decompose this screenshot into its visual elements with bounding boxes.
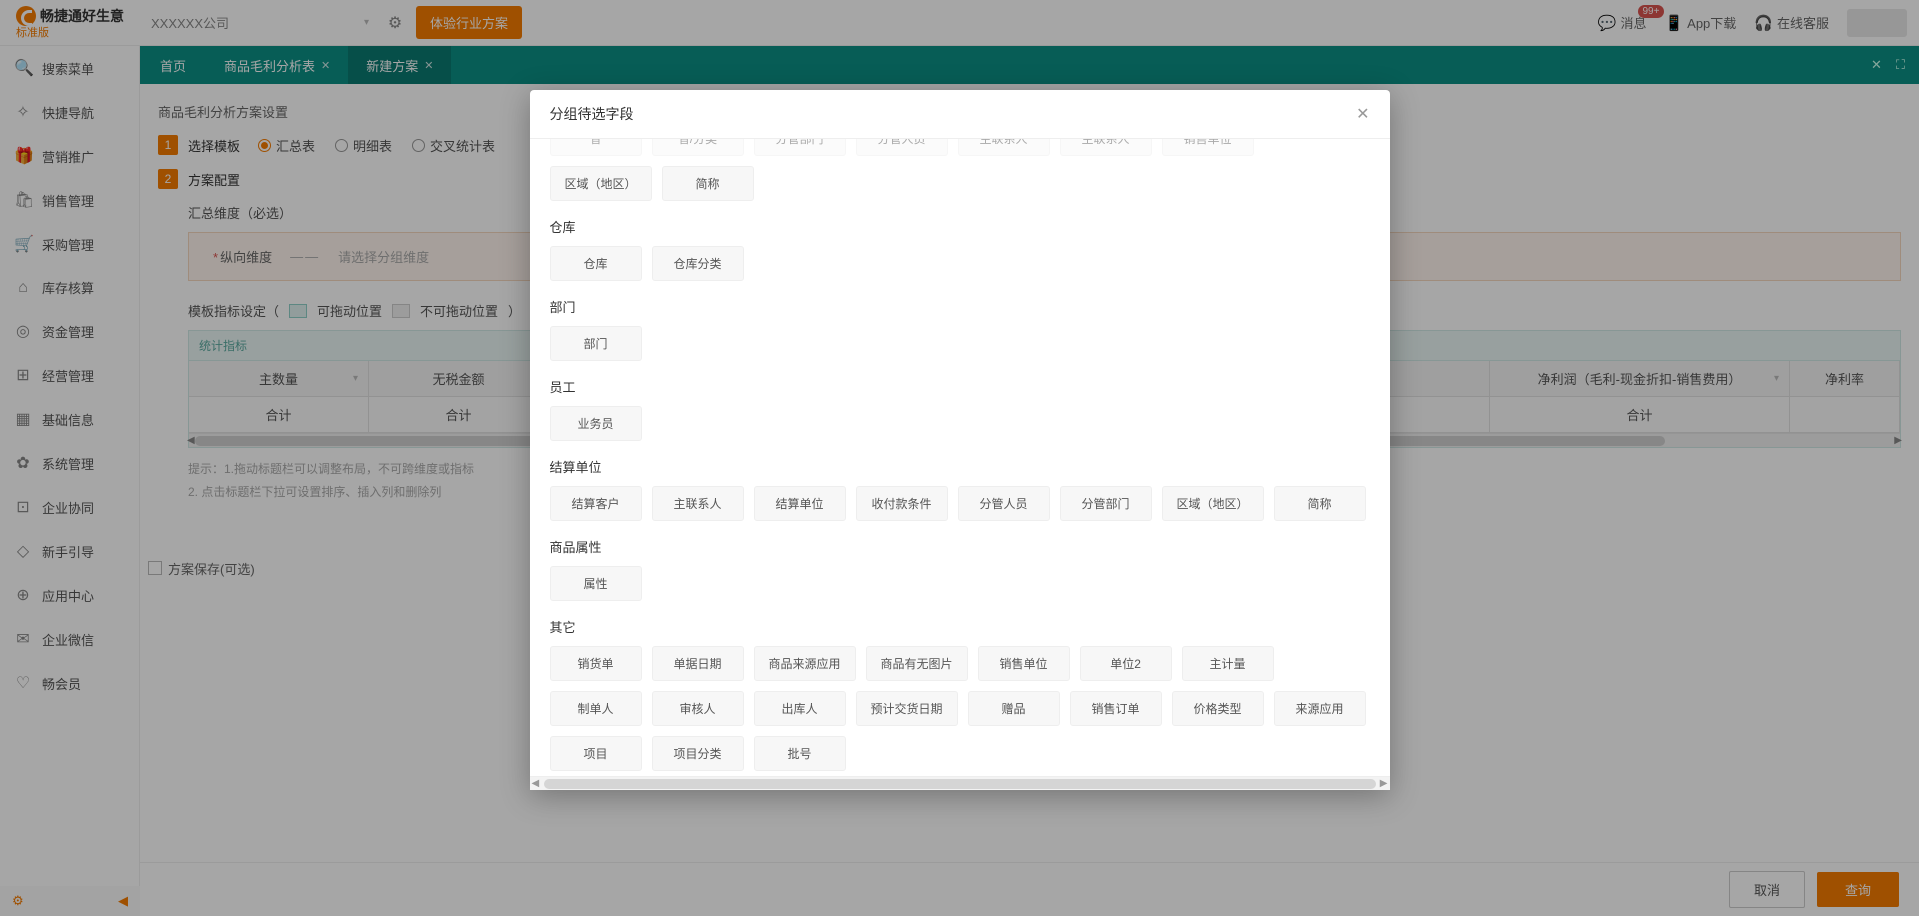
- modal-overlay: 分组待选字段 ✕ 省省/分类分管部门分管人员主联系人主联系人销售单位 区域（地区…: [0, 0, 1919, 916]
- field-chip[interactable]: 出库人: [754, 691, 846, 726]
- field-chip[interactable]: 单据日期: [652, 646, 744, 681]
- group-title-warehouse: 仓库: [550, 217, 1370, 236]
- field-chip[interactable]: 销售单位: [978, 646, 1070, 681]
- field-chip[interactable]: 主联系人: [652, 486, 744, 521]
- field-chip[interactable]: 分管人员: [958, 486, 1050, 521]
- field-chip[interactable]: 商品来源应用: [754, 646, 856, 681]
- field-chip[interactable]: 赠品: [968, 691, 1060, 726]
- field-chip[interactable]: 部门: [550, 326, 642, 361]
- field-chip[interactable]: 商品有无图片: [866, 646, 968, 681]
- field-chip[interactable]: 区域（地区）: [1162, 486, 1264, 521]
- field-chip[interactable]: 结算单位: [754, 486, 846, 521]
- field-chip[interactable]: 区域（地区）: [550, 166, 652, 201]
- field-chip[interactable]: 简称: [662, 166, 754, 201]
- modal-title: 分组待选字段: [550, 104, 634, 124]
- field-chip[interactable]: 简称: [1274, 486, 1366, 521]
- field-chip[interactable]: 省/分类: [652, 139, 744, 156]
- field-chip[interactable]: 销货单: [550, 646, 642, 681]
- field-chip[interactable]: 收付款条件: [856, 486, 948, 521]
- field-chip[interactable]: 分管部门: [1060, 486, 1152, 521]
- group-title-dept: 部门: [550, 297, 1370, 316]
- group-title-settle: 结算单位: [550, 457, 1370, 476]
- field-chip[interactable]: 销售单位: [1162, 139, 1254, 156]
- field-chip[interactable]: 项目分类: [652, 736, 744, 771]
- field-chip[interactable]: 预计交货日期: [856, 691, 958, 726]
- group-field-modal: 分组待选字段 ✕ 省省/分类分管部门分管人员主联系人主联系人销售单位 区域（地区…: [530, 90, 1390, 790]
- field-chip[interactable]: 仓库分类: [652, 246, 744, 281]
- field-chip[interactable]: 主计量: [1182, 646, 1274, 681]
- field-chip[interactable]: 单位2: [1080, 646, 1172, 681]
- field-chip[interactable]: 仓库: [550, 246, 642, 281]
- group-title-staff: 员工: [550, 377, 1370, 396]
- field-chip[interactable]: 结算客户: [550, 486, 642, 521]
- field-chip[interactable]: 分管部门: [754, 139, 846, 156]
- field-chip[interactable]: 属性: [550, 566, 642, 601]
- field-chip[interactable]: 主联系人: [958, 139, 1050, 156]
- group-title-other: 其它: [550, 617, 1370, 636]
- group-title-product: 商品属性: [550, 537, 1370, 556]
- field-chip[interactable]: 分管人员: [856, 139, 948, 156]
- field-chip[interactable]: 价格类型: [1172, 691, 1264, 726]
- field-chip[interactable]: 审核人: [652, 691, 744, 726]
- field-chip[interactable]: 项目: [550, 736, 642, 771]
- field-chip[interactable]: 制单人: [550, 691, 642, 726]
- field-chip[interactable]: 批号: [754, 736, 846, 771]
- field-chip[interactable]: 业务员: [550, 406, 642, 441]
- field-chip[interactable]: 销售订单: [1070, 691, 1162, 726]
- field-chip[interactable]: 来源应用: [1274, 691, 1366, 726]
- modal-scrollbar[interactable]: ◀▶: [530, 776, 1390, 790]
- field-chip[interactable]: 主联系人: [1060, 139, 1152, 156]
- close-icon[interactable]: ✕: [1356, 104, 1369, 124]
- field-chip[interactable]: 省: [550, 139, 642, 156]
